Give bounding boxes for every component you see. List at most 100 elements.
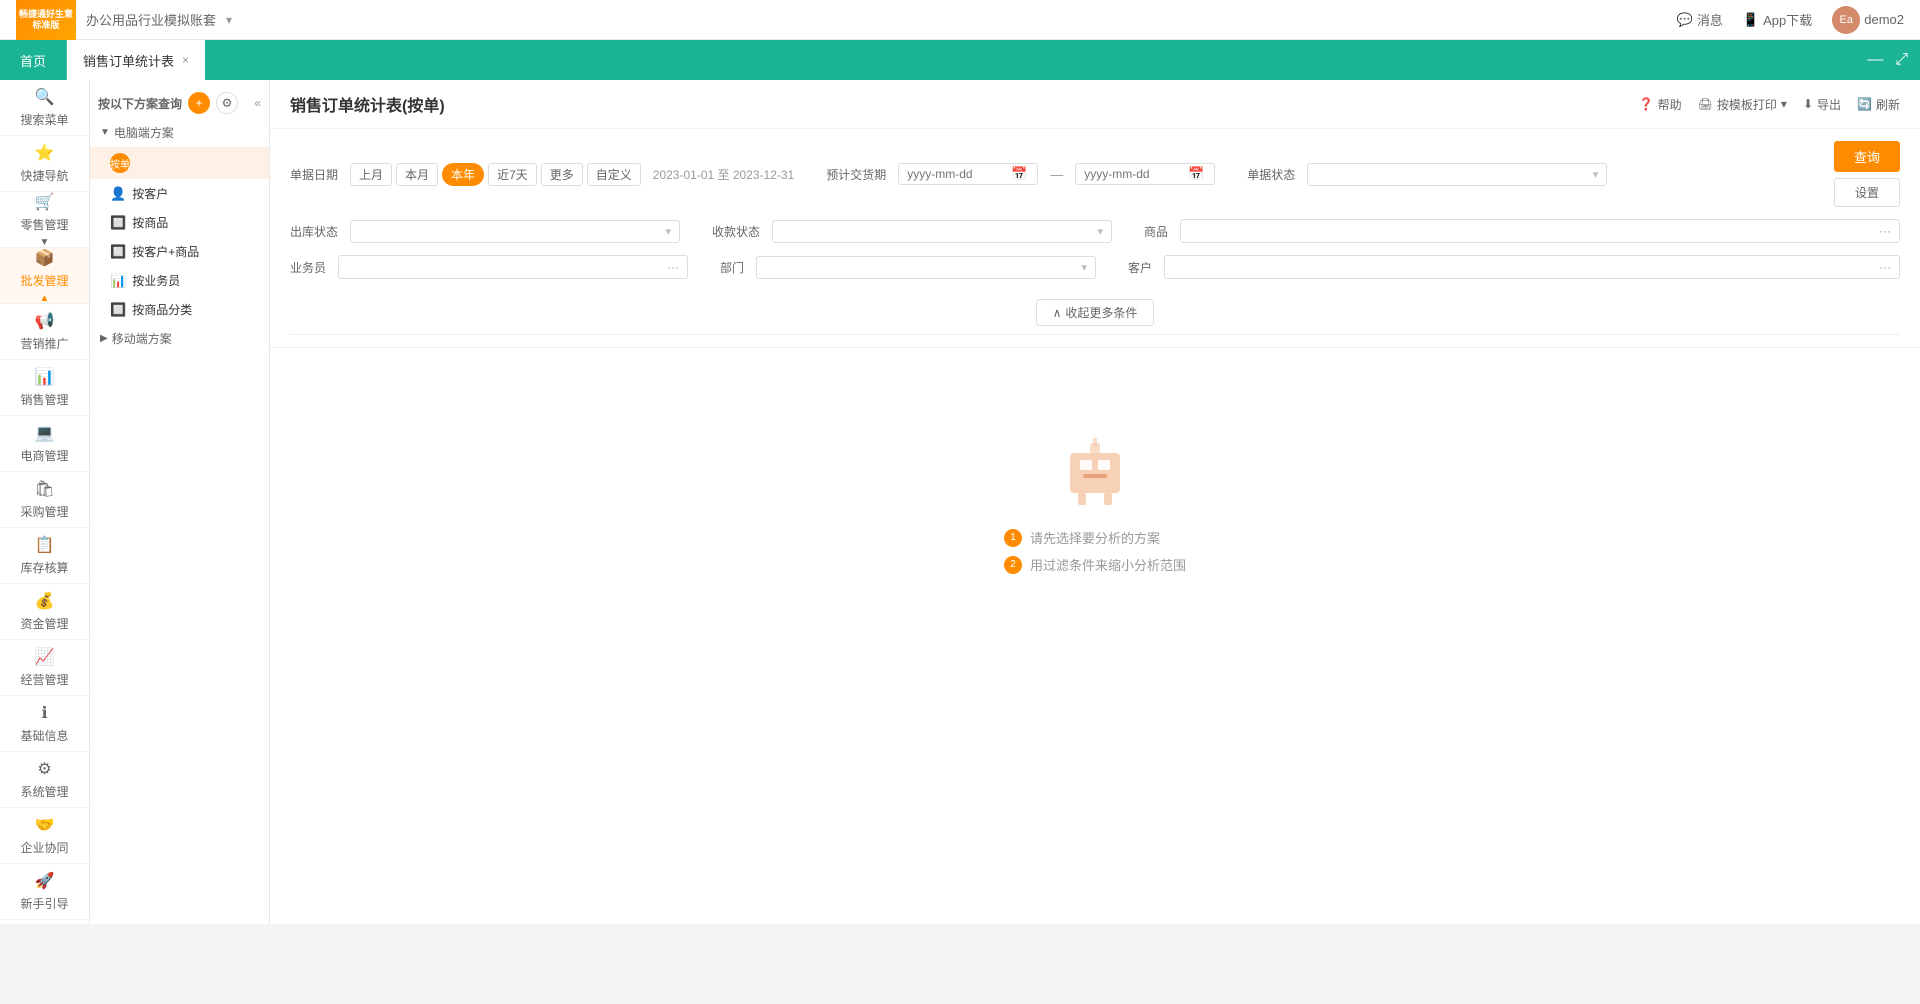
sidebar-item-label: 电商管理: [20, 447, 68, 464]
sidebar-item-marketing[interactable]: 📢 营销推广: [0, 304, 89, 360]
sidebar-item-wholesale[interactable]: 📦 批发管理 ▲: [0, 248, 89, 304]
app-download-btn[interactable]: 📱 App下载: [1743, 10, 1812, 29]
sales-icon: 📊: [35, 367, 55, 387]
dept-select[interactable]: ▾: [756, 256, 1096, 279]
tab-home[interactable]: 首页: [0, 40, 67, 80]
minimize-icon[interactable]: —: [1867, 51, 1883, 69]
doc-status-label: 单据状态: [1247, 166, 1295, 183]
goods-ellipsis-icon[interactable]: ···: [1879, 224, 1891, 238]
settings-scheme-btn[interactable]: ⚙: [216, 92, 238, 114]
by-salesperson-icon: 📊: [110, 273, 126, 289]
sidebar-item-enterprise[interactable]: 🤝 企业协同: [0, 808, 89, 864]
sidebar-item-operations[interactable]: 📈 经营管理: [0, 640, 89, 696]
sidebar-item-apps[interactable]: 🔲 应用中心: [0, 920, 89, 924]
newbie-icon: 🚀: [35, 871, 55, 891]
expected-date-end-input[interactable]: [1084, 167, 1184, 181]
shortcut-this-month[interactable]: 本月: [396, 163, 438, 186]
sidebar-item-system[interactable]: ⚙ 系统管理: [0, 752, 89, 808]
receipt-status-label: 收款状态: [712, 223, 760, 240]
goods-select[interactable]: ···: [1180, 219, 1900, 243]
scheme-label: 按商品: [132, 214, 168, 231]
company-dropdown-icon[interactable]: ▾: [226, 13, 232, 27]
sidebar-item-inventory[interactable]: 📋 库存核算: [0, 528, 89, 584]
scheme-by-customer-goods[interactable]: 🔲 按客户+商品: [90, 237, 269, 266]
action-buttons: 查询 设置: [1834, 141, 1900, 207]
tab-close-icon[interactable]: ×: [182, 53, 189, 67]
shortcut-custom[interactable]: 自定义: [587, 163, 641, 186]
system-icon: ⚙: [37, 759, 51, 779]
enterprise-icon: 🤝: [35, 815, 55, 835]
doc-status-arrow-icon: ▾: [1593, 168, 1599, 181]
add-scheme-btn[interactable]: +: [188, 92, 210, 114]
sidebar-item-label: 营销推广: [20, 335, 68, 352]
logo: 畅捷通好生意 标准版: [16, 0, 76, 40]
doc-status-select[interactable]: ▾: [1307, 163, 1607, 186]
refresh-btn[interactable]: 🔄 刷新: [1857, 96, 1900, 113]
customer-select[interactable]: ···: [1164, 255, 1900, 279]
receipt-status-select[interactable]: ▾: [772, 220, 1112, 243]
ship-status-select[interactable]: ▾: [350, 220, 680, 243]
sidebar-item-sales[interactable]: 📊 销售管理: [0, 360, 89, 416]
shortcut-last-7-days[interactable]: 近7天: [488, 163, 537, 186]
message-label: 消息: [1697, 10, 1723, 29]
salesperson-ellipsis-icon[interactable]: ···: [667, 260, 679, 274]
salesperson-select[interactable]: ···: [338, 255, 688, 279]
collapse-more-btn[interactable]: ∧ 收起更多条件: [1036, 299, 1155, 326]
message-btn[interactable]: 💬 消息: [1677, 10, 1723, 29]
export-btn[interactable]: ⬇ 导出: [1803, 96, 1841, 113]
scheme-label: 按业务员: [132, 272, 180, 289]
sidebar-item-label: 新手引导: [20, 895, 68, 912]
sidebar-item-retail[interactable]: 🛒 零售管理 ▼: [0, 192, 89, 248]
scheme-by-customer[interactable]: 👤 按客户: [90, 179, 269, 208]
shortcut-last-month[interactable]: 上月: [350, 163, 392, 186]
purchase-icon: 🛍: [34, 479, 54, 499]
mobile-section-header[interactable]: ▶ 移动端方案: [90, 324, 269, 353]
dept-arrow-icon: ▾: [1082, 261, 1088, 274]
filter-row-1: 单据日期 上月 本月 本年 近7天 更多 自定义 2023-01-01 至 20…: [290, 141, 1900, 207]
query-btn[interactable]: 查询: [1834, 141, 1900, 172]
expected-date-start-input[interactable]: [907, 167, 1007, 181]
sidebar-item-finance[interactable]: 💰 资金管理: [0, 584, 89, 640]
date-range-display: 2023-01-01 至 2023-12-31: [653, 166, 794, 183]
help-btn[interactable]: ❓ 帮助: [1639, 96, 1682, 113]
scheme-by-goods[interactable]: 🔲 按商品: [90, 208, 269, 237]
user-info[interactable]: Ea demo2: [1832, 6, 1904, 34]
scheme-by-order[interactable]: 按单: [90, 147, 269, 179]
sidebar-item-quick-nav[interactable]: ⭐ 快捷导航: [0, 136, 89, 192]
collapse-panel-btn[interactable]: «: [254, 96, 261, 110]
marketing-icon: 📢: [35, 311, 55, 331]
receipt-status-arrow-icon: ▾: [1098, 225, 1104, 238]
expected-date-end[interactable]: 📅: [1075, 163, 1215, 185]
step-2-text: 用过滤条件来缩小分析范围: [1030, 555, 1186, 574]
filter-row-2: 出库状态 ▾ 收款状态 ▾ 商品 ···: [290, 219, 1900, 243]
sidebar-item-ecommerce[interactable]: 💻 电商管理: [0, 416, 89, 472]
settings-btn[interactable]: 设置: [1834, 178, 1900, 207]
template-print-arrow-icon: ▾: [1781, 97, 1787, 111]
expected-date-start[interactable]: 📅: [898, 163, 1038, 185]
shortcut-more[interactable]: 更多: [541, 163, 583, 186]
sidebar-item-newbie[interactable]: 🚀 新手引导: [0, 864, 89, 920]
shortcut-this-year[interactable]: 本年: [442, 163, 484, 186]
scheme-by-salesperson[interactable]: 📊 按业务员: [90, 266, 269, 295]
sidebar-item-label: 库存核算: [20, 559, 68, 576]
template-print-btn[interactable]: 🖨 按模板打印 ▾: [1698, 96, 1787, 113]
tab-sales-stats[interactable]: 销售订单统计表 ×: [67, 40, 205, 80]
sidebar-item-label: 企业协同: [20, 839, 68, 856]
sidebar-item-purchase[interactable]: 🛍 采购管理: [0, 472, 89, 528]
finance-icon: 💰: [35, 591, 55, 611]
maximize-icon[interactable]: ⤢: [1895, 51, 1908, 69]
sidebar-item-label: 资金管理: [20, 615, 68, 632]
refresh-label: 刷新: [1876, 96, 1900, 113]
header-actions: ❓ 帮助 🖨 按模板打印 ▾ ⬇ 导出 🔄 刷新: [1639, 96, 1900, 113]
calendar-start-icon[interactable]: 📅: [1011, 166, 1027, 182]
help-label: 帮助: [1658, 96, 1682, 113]
calendar-end-icon[interactable]: 📅: [1188, 166, 1204, 182]
salesperson-label: 业务员: [290, 259, 326, 276]
app-download-label: App下载: [1763, 10, 1812, 29]
sidebar-item-basic-info[interactable]: ℹ 基础信息: [0, 696, 89, 752]
empty-state: 1 请先选择要分析的方案 2 用过滤条件来缩小分析范围: [270, 348, 1920, 662]
customer-ellipsis-icon[interactable]: ···: [1879, 260, 1891, 274]
scheme-by-category[interactable]: 🔲 按商品分类: [90, 295, 269, 324]
pc-section-header[interactable]: ▼ 电脑端方案: [90, 118, 269, 147]
sidebar-item-search[interactable]: 🔍 搜索菜单: [0, 80, 89, 136]
